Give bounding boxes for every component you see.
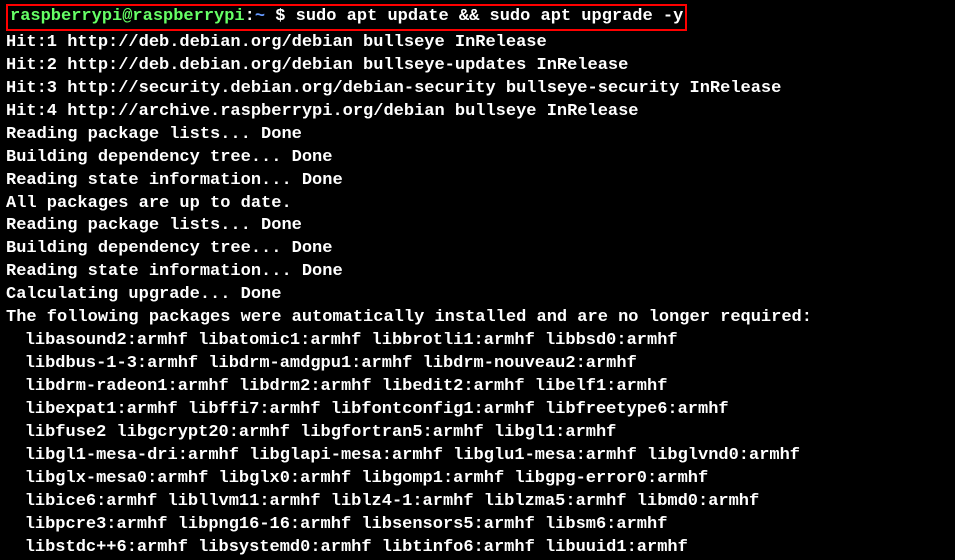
package-line: libgl1-mesa-dri:armhf libglapi-mesa:armh…	[6, 445, 949, 468]
package-line: libglx-mesa0:armhf libglx0:armhf libgomp…	[6, 468, 949, 491]
prompt-dollar: $	[265, 7, 296, 26]
package-line: libstdc++6:armhf libsystemd0:armhf libti…	[6, 537, 949, 560]
output-line: Hit:1 http://deb.debian.org/debian bulls…	[6, 32, 949, 55]
output-line: Reading package lists... Done	[6, 124, 949, 147]
output-line: Hit:2 http://deb.debian.org/debian bulls…	[6, 55, 949, 78]
package-line: libasound2:armhf libatomic1:armhf libbro…	[6, 330, 949, 353]
package-line: libfuse2 libgcrypt20:armhf libgfortran5:…	[6, 422, 949, 445]
output-line: Hit:3 http://security.debian.org/debian-…	[6, 78, 949, 101]
package-line: libice6:armhf libllvm11:armhf liblz4-1:a…	[6, 491, 949, 514]
prompt-colon: :	[245, 7, 255, 26]
package-line: libdbus-1-3:armhf libdrm-amdgpu1:armhf l…	[6, 353, 949, 376]
terminal[interactable]: raspberrypi@raspberrypi:~ $ sudo apt upd…	[6, 4, 949, 560]
output-line: Reading state information... Done	[6, 170, 949, 193]
package-line: libdrm-radeon1:armhf libdrm2:armhf libed…	[6, 376, 949, 399]
output-line: Building dependency tree... Done	[6, 238, 949, 261]
command-input[interactable]: sudo apt update && sudo apt upgrade -y	[296, 7, 684, 26]
package-line: libpcre3:armhf libpng16-16:armhf libsens…	[6, 514, 949, 537]
output-line: The following packages were automaticall…	[6, 307, 949, 330]
package-line: libexpat1:armhf libffi7:armhf libfontcon…	[6, 399, 949, 422]
output-line: Calculating upgrade... Done	[6, 284, 949, 307]
output-line: All packages are up to date.	[6, 193, 949, 216]
prompt-line-highlight: raspberrypi@raspberrypi:~ $ sudo apt upd…	[6, 4, 687, 31]
output-line: Building dependency tree... Done	[6, 147, 949, 170]
prompt-path: ~	[255, 7, 265, 26]
output-line: Reading package lists... Done	[6, 215, 949, 238]
prompt-user-host: raspberrypi@raspberrypi	[10, 7, 245, 26]
output-line: Hit:4 http://archive.raspberrypi.org/deb…	[6, 101, 949, 124]
output-line: Reading state information... Done	[6, 261, 949, 284]
